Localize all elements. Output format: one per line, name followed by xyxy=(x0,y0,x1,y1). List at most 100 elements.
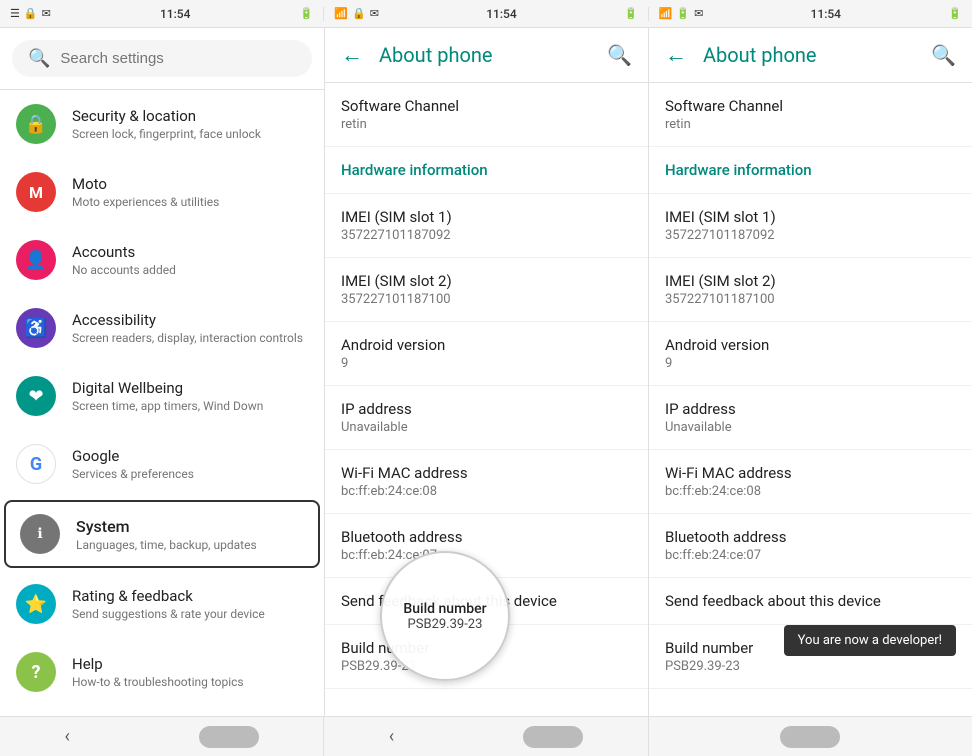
settings-item-google[interactable]: G Google Services & preferences xyxy=(0,430,324,498)
right-bt-value: bc:ff:eb:24:ce:07 xyxy=(665,548,956,563)
right-imei1-label: IMEI (SIM slot 1) xyxy=(665,208,956,226)
accounts-text: Accounts No accounts added xyxy=(72,243,308,277)
right-ip[interactable]: IP address Unavailable xyxy=(649,386,972,450)
info-ip[interactable]: IP address Unavailable xyxy=(325,386,648,450)
settings-item-system[interactable]: ℹ System Languages, time, backup, update… xyxy=(4,500,320,568)
build-number-circle[interactable]: Build number PSB29.39-23 xyxy=(380,551,510,681)
accounts-icon: 👤 xyxy=(16,240,56,280)
right-android-label: Android version xyxy=(665,336,956,354)
imei2-value: 357227101187100 xyxy=(341,292,632,307)
sw-channel-label: Software Channel xyxy=(341,97,632,115)
status-time-right: 11:54 xyxy=(811,7,841,21)
right-bt-label: Bluetooth address xyxy=(665,528,956,546)
settings-item-accessibility[interactable]: ♿ Accessibility Screen readers, display,… xyxy=(0,294,324,362)
message-icon: ✉ xyxy=(42,7,51,20)
status-icons-right: 📶 🔋 ✉ xyxy=(659,7,704,20)
settings-item-accounts[interactable]: 👤 Accounts No accounts added xyxy=(0,226,324,294)
search-input[interactable] xyxy=(60,50,296,67)
signal-icon-mid: 📶 xyxy=(334,7,348,20)
ip-label: IP address xyxy=(341,400,632,418)
nav-bar: ‹ ‹ xyxy=(0,716,972,756)
nav-back-middle[interactable]: ‹ xyxy=(389,726,394,747)
battery-icon-mid: 🔋 xyxy=(624,7,638,20)
accounts-title: Accounts xyxy=(72,243,308,261)
right-bt[interactable]: Bluetooth address bc:ff:eb:24:ce:07 xyxy=(649,514,972,578)
status-bar-middle: 📶 🔒 ✉ 11:54 🔋 xyxy=(324,7,648,21)
search-input-wrap[interactable]: 🔍 xyxy=(12,40,312,77)
right-wifi-mac-value: bc:ff:eb:24:ce:08 xyxy=(665,484,956,499)
rating-title: Rating & feedback xyxy=(72,587,308,605)
settings-item-help[interactable]: ? Help How-to & troubleshooting topics xyxy=(0,638,324,706)
system-text: System Languages, time, backup, updates xyxy=(76,517,304,552)
rating-subtitle: Send suggestions & rate your device xyxy=(72,607,308,621)
right-android[interactable]: Android version 9 xyxy=(649,322,972,386)
sw-channel-value: retin xyxy=(341,117,632,132)
nav-back-left[interactable]: ‹ xyxy=(64,726,69,747)
right-search-button[interactable]: 🔍 xyxy=(931,43,956,67)
ip-value: Unavailable xyxy=(341,420,632,435)
nav-section-left: ‹ xyxy=(0,717,324,756)
android-value: 9 xyxy=(341,356,632,371)
right-wifi-mac[interactable]: Wi-Fi MAC address bc:ff:eb:24:ce:08 xyxy=(649,450,972,514)
help-title: Help xyxy=(72,655,308,673)
message-icon-mid: ✉ xyxy=(370,7,379,20)
status-bar: ☰ 🔒 ✉ 11:54 🔋 📶 🔒 ✉ 11:54 🔋 📶 🔋 ✉ 11:54 … xyxy=(0,0,972,28)
nav-section-right xyxy=(649,717,972,756)
accessibility-title: Accessibility xyxy=(72,311,308,329)
right-ip-label: IP address xyxy=(665,400,956,418)
right-panel-content: Software Channel retin Hardware informat… xyxy=(649,83,972,716)
right-build-value: PSB29.39-23 xyxy=(665,659,956,674)
system-title: System xyxy=(76,517,304,536)
right-back-button[interactable]: ← xyxy=(665,42,687,68)
moto-title: Moto xyxy=(72,175,308,193)
settings-item-wellbeing[interactable]: ❤ Digital Wellbeing Screen time, app tim… xyxy=(0,362,324,430)
system-icon: ℹ xyxy=(20,514,60,554)
settings-item-rating[interactable]: ⭐ Rating & feedback Send suggestions & r… xyxy=(0,570,324,638)
nav-home-middle[interactable] xyxy=(523,726,583,748)
status-icons-left: ☰ 🔒 ✉ xyxy=(10,7,51,20)
security-subtitle: Screen lock, fingerprint, face unlock xyxy=(72,127,308,141)
wifi-mac-label: Wi-Fi MAC address xyxy=(341,464,632,482)
moto-icon: M xyxy=(16,172,56,212)
right-imei2[interactable]: IMEI (SIM slot 2) 357227101187100 xyxy=(649,258,972,322)
right-sw-channel[interactable]: Software Channel retin xyxy=(649,83,972,147)
accessibility-subtitle: Screen readers, display, interaction con… xyxy=(72,331,308,345)
settings-item-security[interactable]: 🔒 Security & location Screen lock, finge… xyxy=(0,90,324,158)
status-time-left: 11:54 xyxy=(160,7,190,21)
status-time-middle: 11:54 xyxy=(486,7,516,21)
info-imei1[interactable]: IMEI (SIM slot 1) 357227101187092 xyxy=(325,194,648,258)
system-subtitle: Languages, time, backup, updates xyxy=(76,538,304,552)
accessibility-text: Accessibility Screen readers, display, i… xyxy=(72,311,308,345)
nav-home-left[interactable] xyxy=(199,726,259,748)
middle-search-button[interactable]: 🔍 xyxy=(607,43,632,67)
middle-panel-header: ← About phone 🔍 xyxy=(325,28,648,83)
settings-item-moto[interactable]: M Moto Moto experiences & utilities xyxy=(0,158,324,226)
info-imei2[interactable]: IMEI (SIM slot 2) 357227101187100 xyxy=(325,258,648,322)
help-subtitle: How-to & troubleshooting topics xyxy=(72,675,308,689)
nav-home-right[interactable] xyxy=(780,726,840,748)
wellbeing-icon: ❤ xyxy=(16,376,56,416)
help-text: Help How-to & troubleshooting topics xyxy=(72,655,308,689)
accessibility-icon: ♿ xyxy=(16,308,56,348)
info-wifi-mac[interactable]: Wi-Fi MAC address bc:ff:eb:24:ce:08 xyxy=(325,450,648,514)
status-bar-right: 📶 🔋 ✉ 11:54 🔋 xyxy=(649,7,972,21)
security-icon: 🔒 xyxy=(16,104,56,144)
wellbeing-text: Digital Wellbeing Screen time, app timer… xyxy=(72,379,308,413)
middle-back-button[interactable]: ← xyxy=(341,42,363,68)
moto-subtitle: Moto experiences & utilities xyxy=(72,195,308,209)
status-icons-middle: 📶 🔒 ✉ xyxy=(334,7,379,20)
security-text: Security & location Screen lock, fingerp… xyxy=(72,107,308,141)
right-feedback-label: Send feedback about this device xyxy=(665,592,956,610)
signal-icon-right: 📶 xyxy=(659,7,673,20)
status-bar-left: ☰ 🔒 ✉ 11:54 🔋 xyxy=(0,7,324,21)
right-hw-section: Hardware information xyxy=(649,147,972,194)
right-imei1-value: 357227101187092 xyxy=(665,228,956,243)
security-title: Security & location xyxy=(72,107,308,125)
right-feedback[interactable]: Send feedback about this device xyxy=(649,578,972,625)
info-sw-channel[interactable]: Software Channel retin xyxy=(325,83,648,147)
imei1-label: IMEI (SIM slot 1) xyxy=(341,208,632,226)
accounts-subtitle: No accounts added xyxy=(72,263,308,277)
google-subtitle: Services & preferences xyxy=(72,467,308,481)
right-imei1[interactable]: IMEI (SIM slot 1) 357227101187092 xyxy=(649,194,972,258)
info-android[interactable]: Android version 9 xyxy=(325,322,648,386)
